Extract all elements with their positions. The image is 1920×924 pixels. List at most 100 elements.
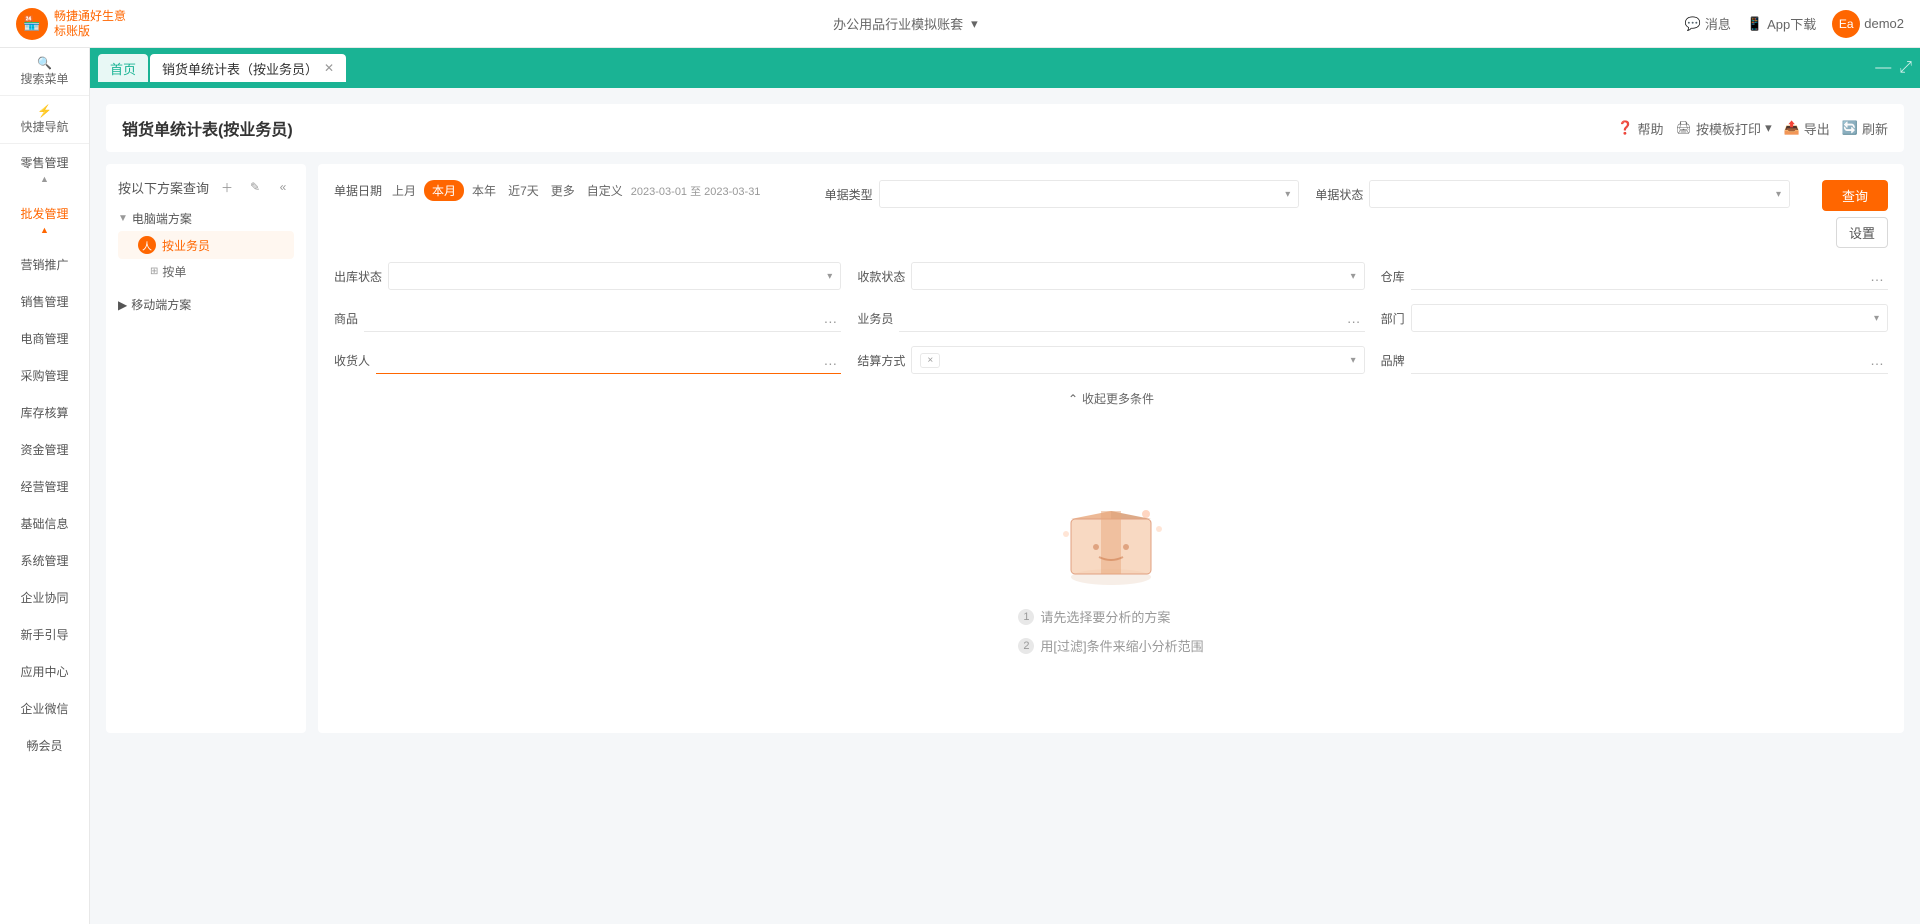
sidebar-item-ecommerce[interactable]: 电商管理 <box>0 320 89 357</box>
export-icon: 📤 <box>1784 120 1800 136</box>
message-button[interactable]: 💬 消息 <box>1685 14 1731 33</box>
date-range: 2023-03-01 至 2023-03-31 <box>631 183 761 199</box>
sidebar-item-guide[interactable]: 新手引导 <box>0 616 89 653</box>
breadcrumb-dropdown-arrow: ▾ <box>971 16 978 32</box>
top-bar-right: 💬 消息 📱 App下载 Ea demo2 <box>1685 10 1904 38</box>
main-layout: 🔍 搜索菜单 ⚡ 快捷导航 零售管理 ▲ 批发管理 ▲ 营销推广 销售管理 电商… <box>0 48 1920 924</box>
right-panel: 单据日期 上月 本月 本年 近7天 更多 自定义 2023-03-01 至 20… <box>318 164 1904 733</box>
department-arrow-icon: ▾ <box>1874 313 1879 324</box>
doc-type-arrow-icon: ▾ <box>1285 189 1290 200</box>
sidebar-item-app-center[interactable]: 应用中心 <box>0 653 89 690</box>
warehouse-label: 仓库 <box>1381 268 1405 285</box>
sidebar-item-system[interactable]: 系统管理 <box>0 542 89 579</box>
top-bar: 🏪 畅捷通好生意 标账版 办公用品行业模拟账套 ▾ 💬 消息 📱 App下载 E… <box>0 0 1920 48</box>
brand-dots-button[interactable]: … <box>1870 352 1884 368</box>
print-button[interactable]: 🖨 按模板打印 ▾ <box>1676 119 1772 138</box>
message-icon: 💬 <box>1685 16 1701 32</box>
page-actions: ❓ 帮助 🖨 按模板打印 ▾ 📤 导出 🔄 刷新 <box>1617 119 1888 138</box>
sidebar-item-purchase[interactable]: 采购管理 <box>0 357 89 394</box>
sidebar-shortcut[interactable]: ⚡ 快捷导航 <box>0 96 89 144</box>
mobile-group-arrow-icon: ▶ <box>118 298 127 312</box>
query-button[interactable]: 查询 <box>1822 180 1888 211</box>
collapse-panel-button[interactable]: « <box>272 176 294 198</box>
tab-actions: — ⤢ <box>1875 59 1912 77</box>
receiver-label: 收货人 <box>334 352 370 369</box>
sidebar-item-finance[interactable]: 资金管理 <box>0 431 89 468</box>
sidebar-item-marketing[interactable]: 营销推广 <box>0 246 89 283</box>
two-panel: 按以下方案查询 ＋ ✎ « ▼ 电脑端方案 <box>106 164 1904 733</box>
empty-state: 1 请先选择要分析的方案 2 用[过滤]条件来缩小分析范围 <box>334 429 1888 717</box>
app-download-button[interactable]: 📱 App下载 <box>1747 14 1816 33</box>
collapse-icon: ⌃ <box>1068 392 1078 406</box>
empty-hint-2: 2 用[过滤]条件来缩小分析范围 <box>1018 634 1203 657</box>
logo-text: 畅捷通好生意 标账版 <box>54 9 126 38</box>
doc-type-dropdown[interactable]: ▾ <box>879 180 1300 208</box>
date-btn-7days[interactable]: 近7天 <box>504 180 543 201</box>
date-btn-this-month[interactable]: 本月 <box>424 180 464 201</box>
edit-scheme-button[interactable]: ✎ <box>244 176 266 198</box>
sidebar-item-wechat[interactable]: 企业微信 <box>0 690 89 727</box>
receipt-status-label: 收款状态 <box>857 268 905 285</box>
mobile-scheme-group-header[interactable]: ▶ 移动端方案 <box>118 292 294 317</box>
avatar: Ea <box>1832 10 1860 38</box>
doc-status-arrow-icon: ▾ <box>1776 189 1781 200</box>
add-scheme-button[interactable]: ＋ <box>216 176 238 198</box>
settings-button[interactable]: 设置 <box>1836 217 1888 248</box>
department-label: 部门 <box>1381 310 1405 327</box>
query-btn-group: 查询 设置 <box>1822 180 1888 248</box>
warehouse-dots-button[interactable]: … <box>1870 268 1884 284</box>
scheme-section: ▼ 电脑端方案 人 按业务员 ⊞ 按单 <box>118 206 294 317</box>
tab-close-icon[interactable]: ✕ <box>324 62 334 74</box>
sub-item-icon: ⊞ <box>150 266 158 277</box>
collapse-button[interactable]: ⌃ 收起更多条件 <box>1068 384 1154 413</box>
sidebar-item-inventory[interactable]: 库存核算 <box>0 394 89 431</box>
user-menu[interactable]: Ea demo2 <box>1832 10 1904 38</box>
payment-tag-close[interactable]: × <box>927 355 933 366</box>
date-btn-custom[interactable]: 自定义 <box>583 180 627 201</box>
pc-scheme-group: ▼ 电脑端方案 人 按业务员 ⊞ 按单 <box>118 206 294 284</box>
department-dropdown[interactable]: ▾ <box>1411 304 1888 332</box>
date-btn-last-month[interactable]: 上月 <box>388 180 420 201</box>
receiver-dots-button[interactable]: … <box>823 352 837 368</box>
sidebar-item-basic-info[interactable]: 基础信息 <box>0 505 89 542</box>
sidebar-item-enterprise[interactable]: 企业协同 <box>0 579 89 616</box>
scheme-item-salesman[interactable]: 人 按业务员 <box>118 231 294 259</box>
sidebar: 🔍 搜索菜单 ⚡ 快捷导航 零售管理 ▲ 批发管理 ▲ 营销推广 销售管理 电商… <box>0 48 90 924</box>
home-tab-label: 首页 <box>110 59 136 78</box>
doc-status-dropdown[interactable]: ▾ <box>1369 180 1790 208</box>
out-status-dropdown[interactable]: ▾ <box>388 262 841 290</box>
tab-expand-icon[interactable]: ⤢ <box>1899 59 1912 77</box>
page-header: 销货单统计表(按业务员) ❓ 帮助 🖨 按模板打印 ▾ 📤 导出 <box>106 104 1904 152</box>
scheme-active-dot: 人 <box>138 236 156 254</box>
goods-label: 商品 <box>334 310 358 327</box>
date-btn-this-year[interactable]: 本年 <box>468 180 500 201</box>
tab-home[interactable]: 首页 <box>98 54 148 82</box>
sidebar-item-operations[interactable]: 经营管理 <box>0 468 89 505</box>
scheme-sub-item-order[interactable]: ⊞ 按单 <box>118 259 294 284</box>
left-panel: 按以下方案查询 ＋ ✎ « ▼ 电脑端方案 <box>106 164 306 733</box>
refresh-button[interactable]: 🔄 刷新 <box>1842 119 1888 138</box>
tab-minimize-icon[interactable]: — <box>1875 59 1891 77</box>
receipt-status-dropdown[interactable]: ▾ <box>911 262 1364 290</box>
goods-dots-button[interactable]: … <box>823 310 837 326</box>
help-button[interactable]: ❓ 帮助 <box>1617 119 1663 138</box>
breadcrumb[interactable]: 办公用品行业模拟账套 ▾ <box>833 14 978 33</box>
print-dropdown-icon: ▾ <box>1765 120 1772 136</box>
empty-state-icon <box>1051 489 1171 589</box>
salesman-dots-button[interactable]: … <box>1347 310 1361 326</box>
pc-group-arrow-icon: ▼ <box>118 213 128 224</box>
sidebar-item-retail[interactable]: 零售管理 ▲ <box>0 144 89 195</box>
left-panel-title: 按以下方案查询 <box>118 178 209 197</box>
page-content: 销货单统计表(按业务员) ❓ 帮助 🖨 按模板打印 ▾ 📤 导出 <box>90 88 1920 924</box>
sidebar-item-wholesale[interactable]: 批发管理 ▲ <box>0 195 89 246</box>
pc-scheme-group-header[interactable]: ▼ 电脑端方案 <box>118 206 294 231</box>
sidebar-item-member[interactable]: 畅会员 <box>0 727 89 764</box>
empty-hint-1: 1 请先选择要分析的方案 <box>1018 605 1203 628</box>
tab-sales-stats[interactable]: 销货单统计表（按业务员） ✕ <box>150 54 346 82</box>
export-button[interactable]: 📤 导出 <box>1784 119 1830 138</box>
sidebar-search[interactable]: 🔍 搜索菜单 <box>0 48 89 96</box>
payment-method-dropdown[interactable]: × ▾ <box>911 346 1364 374</box>
date-btn-more[interactable]: 更多 <box>547 180 579 201</box>
left-panel-actions: ＋ ✎ « <box>216 176 294 198</box>
sidebar-item-sales[interactable]: 销售管理 <box>0 283 89 320</box>
